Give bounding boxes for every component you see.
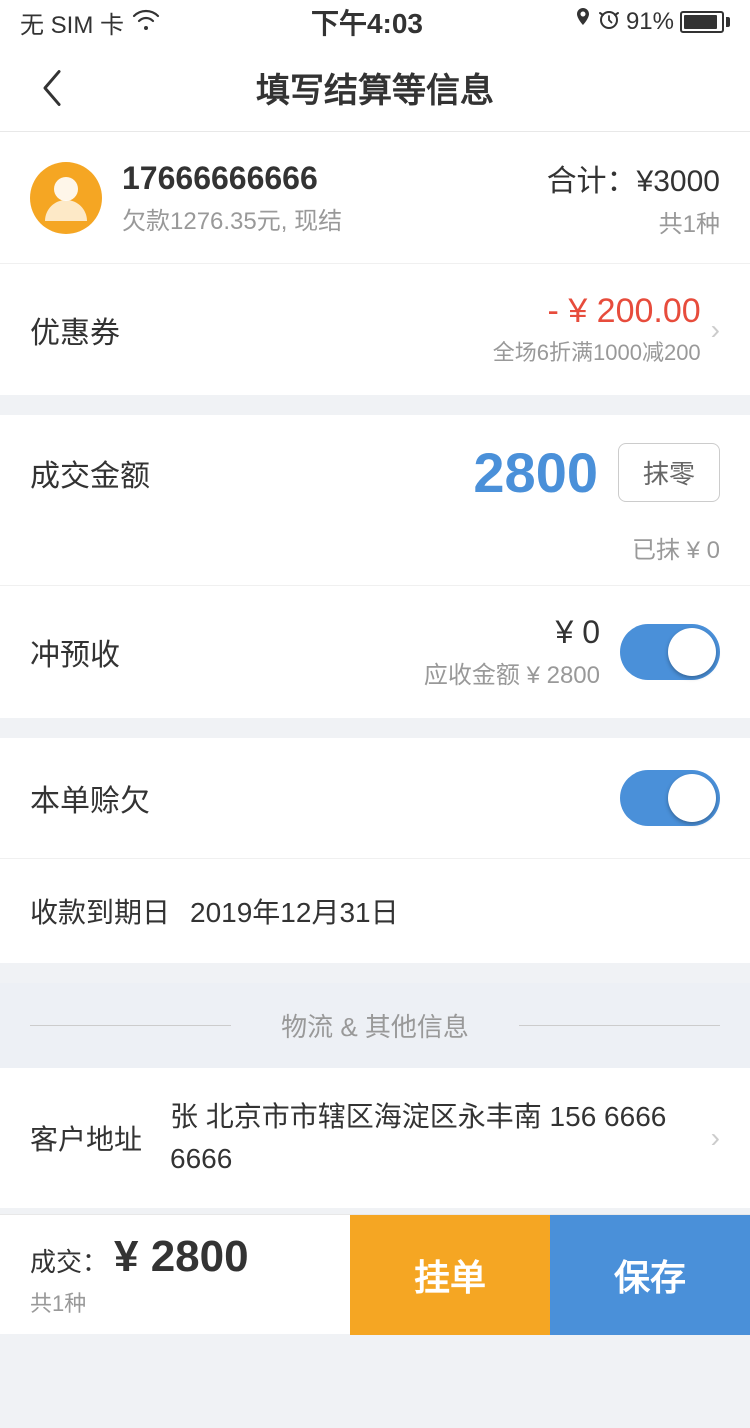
customer-row: 17666666666 欠款1276.35元, 现结 合计：¥3000 共1种 bbox=[0, 132, 750, 263]
logistics-divider: 物流 & 其他信息 bbox=[0, 983, 750, 1068]
page-title: 填写结算等信息 bbox=[74, 63, 676, 112]
debt-section: 本单赊欠 收款到期日 2019年12月31日 bbox=[0, 738, 750, 963]
prepay-label: 冲预收 bbox=[30, 630, 424, 674]
carrier-label: 无 SIM 卡 bbox=[20, 5, 124, 40]
address-chevron-icon: › bbox=[711, 1122, 720, 1154]
location-icon bbox=[574, 8, 592, 37]
customer-debt: 欠款1276.35元, 现结 bbox=[122, 201, 547, 236]
coupon-row[interactable]: 优惠券 - ¥ 200.00 全场6折满1000减200 › bbox=[0, 263, 750, 395]
deal-amount: 2800 bbox=[473, 445, 598, 501]
customer-total: 合计：¥3000 共1种 bbox=[547, 156, 720, 239]
back-button[interactable] bbox=[30, 66, 74, 110]
date-row: 收款到期日 2019年12月31日 bbox=[0, 858, 750, 963]
deal-label: 成交金额 bbox=[30, 451, 473, 495]
coupon-chevron-icon: › bbox=[711, 314, 720, 346]
total-amount: 合计：¥3000 bbox=[547, 156, 720, 200]
toggle-knob bbox=[668, 628, 716, 676]
coupon-desc: 全场6折满1000减200 bbox=[493, 335, 701, 367]
prepay-toggle[interactable] bbox=[620, 624, 720, 680]
divider-line-right bbox=[519, 1025, 720, 1026]
date-value: 2019年12月31日 bbox=[190, 891, 399, 931]
deal-right: 2800 抹零 bbox=[473, 443, 720, 502]
coupon-label: 优惠券 bbox=[30, 308, 493, 352]
prepay-row: 冲预收 ¥ 0 应收金额 ¥ 2800 bbox=[0, 585, 750, 718]
bottom-bar: 成交： ¥ 2800 共1种 挂单 保存 bbox=[0, 1214, 750, 1334]
coupon-discount: - ¥ 200.00 bbox=[548, 292, 701, 331]
customer-phone: 17666666666 bbox=[122, 160, 547, 197]
deal-section: 成交金额 2800 抹零 已抹 ¥ 0 冲预收 ¥ 0 应收金额 ¥ 2800 bbox=[0, 415, 750, 718]
bottom-deal-label: 成交： bbox=[30, 1242, 108, 1279]
bottom-summary: 成交： ¥ 2800 共1种 bbox=[0, 1232, 350, 1318]
round-button[interactable]: 抹零 bbox=[618, 443, 720, 502]
coupon-right: - ¥ 200.00 全场6折满1000减200 bbox=[493, 292, 701, 367]
status-time: 下午4:03 bbox=[311, 2, 423, 42]
total-count: 共1种 bbox=[547, 204, 720, 239]
status-right: 91% bbox=[574, 8, 730, 37]
nav-bar: 填写结算等信息 bbox=[0, 44, 750, 132]
customer-info: 17666666666 欠款1276.35元, 现结 bbox=[122, 160, 547, 236]
address-row[interactable]: 客户地址 张 北京市市辖区海淀区永丰南 156 6666 6666 › bbox=[0, 1068, 750, 1208]
debt-label: 本单赊欠 bbox=[30, 776, 620, 820]
customer-section: 17666666666 欠款1276.35元, 现结 合计：¥3000 共1种 … bbox=[0, 132, 750, 395]
prepay-right: ¥ 0 应收金额 ¥ 2800 bbox=[424, 614, 600, 690]
address-value: 张 北京市市辖区海淀区永丰南 156 6666 6666 bbox=[170, 1096, 701, 1180]
battery-icon bbox=[680, 11, 730, 33]
deal-sub: 已抹 ¥ 0 bbox=[0, 530, 750, 585]
prepay-desc: 应收金额 ¥ 2800 bbox=[424, 655, 600, 690]
alarm-icon bbox=[598, 8, 620, 37]
bottom-amount: ¥ 2800 bbox=[114, 1232, 249, 1282]
prepay-amount: ¥ 0 bbox=[556, 614, 600, 651]
status-left: 无 SIM 卡 bbox=[20, 5, 160, 40]
divider-text: 物流 & 其他信息 bbox=[281, 1007, 469, 1044]
address-section: 客户地址 张 北京市市辖区海淀区永丰南 156 6666 6666 › bbox=[0, 1068, 750, 1208]
status-bar: 无 SIM 卡 下午4:03 91% bbox=[0, 0, 750, 44]
bottom-count: 共1种 bbox=[30, 1286, 320, 1318]
date-label: 收款到期日 bbox=[30, 891, 170, 931]
hang-button[interactable]: 挂单 bbox=[350, 1215, 550, 1335]
battery-percent: 91% bbox=[626, 8, 674, 36]
save-button[interactable]: 保存 bbox=[550, 1215, 750, 1335]
address-label: 客户地址 bbox=[30, 1118, 170, 1158]
debt-toggle[interactable] bbox=[620, 770, 720, 826]
wifi-icon bbox=[132, 8, 160, 37]
divider-line-left bbox=[30, 1025, 231, 1026]
deal-row: 成交金额 2800 抹零 bbox=[0, 415, 750, 530]
debt-toggle-knob bbox=[668, 774, 716, 822]
debt-row: 本单赊欠 bbox=[0, 738, 750, 858]
avatar bbox=[30, 162, 102, 234]
